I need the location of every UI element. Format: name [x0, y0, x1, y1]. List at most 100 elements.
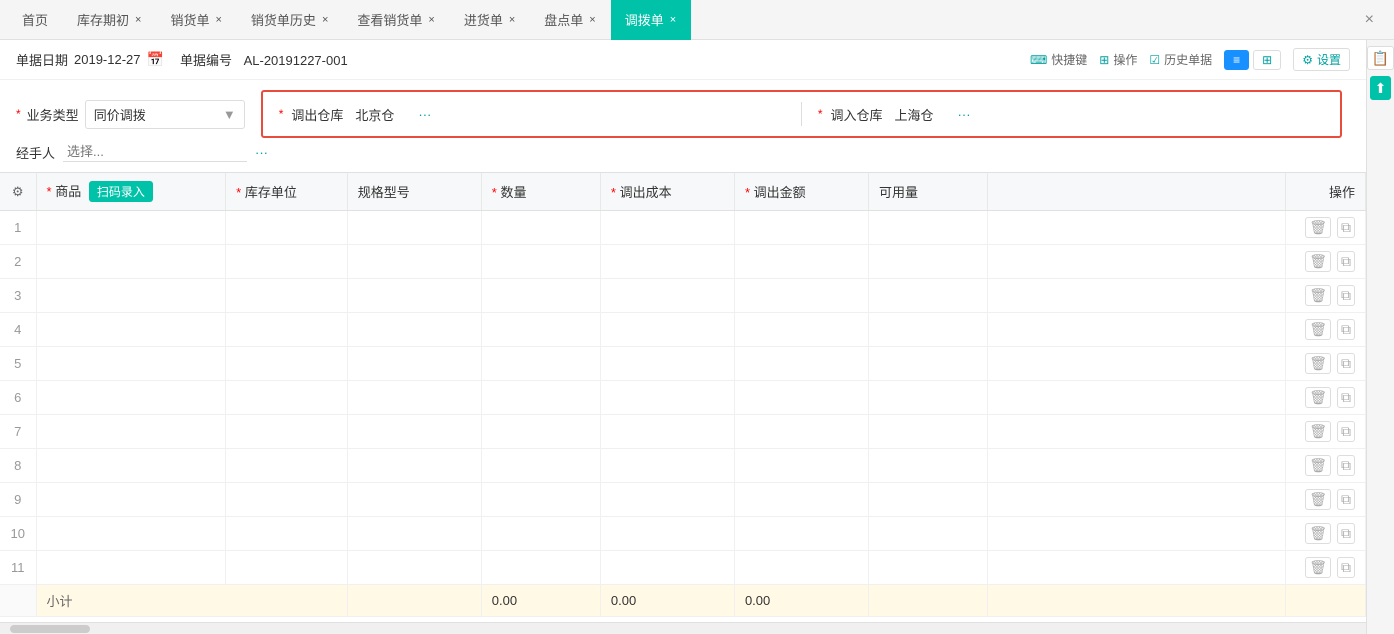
subtotal-amount: 0.00	[734, 585, 868, 617]
biz-type-field: * 业务类型 同价调拨 ▼	[16, 100, 245, 129]
delete-icon[interactable]: 🗑	[1305, 319, 1331, 340]
data-table: ⚙ * 商品 扫码录入 * 库存单位 规格型号	[0, 173, 1366, 617]
col-product: * 商品 扫码录入	[36, 173, 226, 211]
gear-icon: ⚙	[12, 184, 24, 199]
operate-icon: ⊞	[1099, 53, 1109, 67]
copy-icon[interactable]: ⧉	[1337, 285, 1355, 306]
horizontal-scrollbar[interactable]	[0, 622, 1366, 634]
delete-icon[interactable]: 🗑	[1305, 489, 1331, 510]
delete-icon[interactable]: 🗑	[1305, 387, 1331, 408]
table-row: 7 🗑⧉	[0, 415, 1366, 449]
view-toggle: ≡ ⊞	[1224, 50, 1281, 70]
col-unit: * 库存单位	[226, 173, 348, 211]
in-warehouse-field: * 调入仓库 上海仓 ···	[818, 105, 1324, 124]
delete-icon[interactable]: 🗑	[1305, 421, 1331, 442]
tab-sales[interactable]: 销货单 ×	[156, 0, 236, 40]
window-close-button[interactable]: ×	[1353, 11, 1386, 29]
tab-close-icon[interactable]: ×	[322, 14, 328, 26]
tab-view-sales[interactable]: 查看销货单 ×	[343, 0, 449, 40]
tab-stocktake[interactable]: 盘点单 ×	[530, 0, 610, 40]
list-view-button[interactable]: ≡	[1224, 50, 1249, 70]
copy-icon[interactable]: ⧉	[1337, 557, 1355, 578]
biz-type-select[interactable]: 同价调拨 ▼	[85, 100, 245, 129]
copy-icon[interactable]: ⧉	[1337, 455, 1355, 476]
dropdown-arrow-icon: ▼	[223, 107, 236, 122]
tab-purchase[interactable]: 进货单 ×	[450, 0, 530, 40]
copy-icon[interactable]: ⧉	[1337, 523, 1355, 544]
right-sidebar: 📋 ⬆	[1366, 40, 1394, 634]
cell-unit[interactable]	[226, 211, 348, 245]
col-qty: * 数量	[481, 173, 600, 211]
copy-icon[interactable]: ⧉	[1337, 217, 1355, 238]
tab-close-icon[interactable]: ×	[428, 14, 434, 26]
tab-inventory-init[interactable]: 库存期初 ×	[63, 0, 156, 40]
sidebar-export-icon[interactable]: ⬆	[1370, 76, 1392, 100]
delete-icon[interactable]: 🗑	[1305, 251, 1331, 272]
delete-icon[interactable]: 🗑	[1305, 455, 1331, 476]
shortcut-button[interactable]: ⌨ 快捷键	[1030, 51, 1087, 68]
tab-close-icon[interactable]: ×	[135, 14, 141, 26]
copy-icon[interactable]: ⧉	[1337, 319, 1355, 340]
cell-amount[interactable]	[734, 211, 868, 245]
table-row: 3 🗑⧉	[0, 279, 1366, 313]
delete-icon[interactable]: 🗑	[1305, 557, 1331, 578]
tab-close-icon[interactable]: ×	[589, 14, 595, 26]
doc-no-value: AL-20191227-001	[244, 53, 348, 68]
delete-icon[interactable]: 🗑	[1305, 353, 1331, 374]
scan-button[interactable]: 扫码录入	[89, 181, 153, 202]
table-row: 9 🗑⧉	[0, 483, 1366, 517]
toolbar-right: ⌨ 快捷键 ⊞ 操作 ☑ 历史单据 ≡ ⊞ ⚙ 设置	[1030, 48, 1350, 71]
doc-date-field: 单据日期 2019-12-27 📅	[16, 50, 164, 69]
cell-spec[interactable]	[347, 211, 481, 245]
handler-label: 经手人	[16, 143, 55, 162]
out-wh-star: *	[279, 107, 284, 121]
handler-more-icon[interactable]: ···	[255, 145, 268, 160]
cell-qty[interactable]	[481, 211, 600, 245]
delete-icon[interactable]: 🗑	[1305, 217, 1331, 238]
copy-icon[interactable]: ⧉	[1337, 251, 1355, 272]
cell-product[interactable]	[36, 211, 226, 245]
table-row: 5 🗑⧉	[0, 347, 1366, 381]
doc-no-label: 单据编号	[180, 53, 232, 68]
table-settings-col[interactable]: ⚙	[0, 173, 36, 211]
in-wh-dots[interactable]: ···	[958, 107, 971, 122]
scrollbar-thumb[interactable]	[10, 625, 90, 633]
tab-close-icon[interactable]: ×	[670, 14, 676, 26]
operate-button[interactable]: ⊞ 操作	[1099, 51, 1137, 68]
shortcut-icon: ⌨	[1030, 53, 1047, 67]
tab-home[interactable]: 首页	[8, 0, 63, 40]
delete-icon[interactable]: 🗑	[1305, 523, 1331, 544]
table-row: 4 🗑⧉	[0, 313, 1366, 347]
cell-available[interactable]	[868, 211, 987, 245]
tab-close-icon[interactable]: ×	[509, 14, 515, 26]
settings-icon: ⚙	[1302, 53, 1313, 67]
table-row: 11 🗑⧉	[0, 551, 1366, 585]
tab-sales-history[interactable]: 销货单历史 ×	[237, 0, 343, 40]
form-area: * 业务类型 同价调拨 ▼ * 调出仓库 北京仓 ···	[0, 80, 1366, 142]
copy-icon[interactable]: ⧉	[1337, 489, 1355, 510]
out-wh-dots[interactable]: ···	[418, 107, 431, 122]
sidebar-list-icon[interactable]: 📋	[1367, 46, 1394, 70]
history-button[interactable]: ☑ 历史单据	[1149, 51, 1212, 68]
copy-icon[interactable]: ⧉	[1337, 353, 1355, 374]
toolbar-left: 单据日期 2019-12-27 📅 单据编号 AL-20191227-001	[16, 50, 348, 69]
copy-icon[interactable]: ⧉	[1337, 421, 1355, 442]
cell-cost[interactable]	[600, 211, 734, 245]
date-value: 2019-12-27	[74, 52, 141, 67]
col-amount: * 调出金额	[734, 173, 868, 211]
tab-close-icon[interactable]: ×	[215, 14, 221, 26]
grid-view-button[interactable]: ⊞	[1253, 50, 1281, 70]
biz-type-value: 同价调拨	[94, 105, 146, 124]
table-header-row: ⚙ * 商品 扫码录入 * 库存单位 规格型号	[0, 173, 1366, 211]
row-num: 1	[0, 211, 36, 245]
tab-transfer[interactable]: 调拨单 ×	[611, 0, 691, 40]
handler-input[interactable]	[63, 142, 247, 162]
copy-icon[interactable]: ⧉	[1337, 387, 1355, 408]
warehouse-section: * 调出仓库 北京仓 ··· * 调入仓库 上海仓 ···	[261, 90, 1342, 138]
col-spec: 规格型号	[347, 173, 481, 211]
date-label: 单据日期	[16, 50, 68, 69]
calendar-icon[interactable]: 📅	[147, 51, 164, 68]
delete-icon[interactable]: 🗑	[1305, 285, 1331, 306]
toolbar: 单据日期 2019-12-27 📅 单据编号 AL-20191227-001 ⌨…	[0, 40, 1366, 80]
settings-button[interactable]: ⚙ 设置	[1293, 48, 1350, 71]
